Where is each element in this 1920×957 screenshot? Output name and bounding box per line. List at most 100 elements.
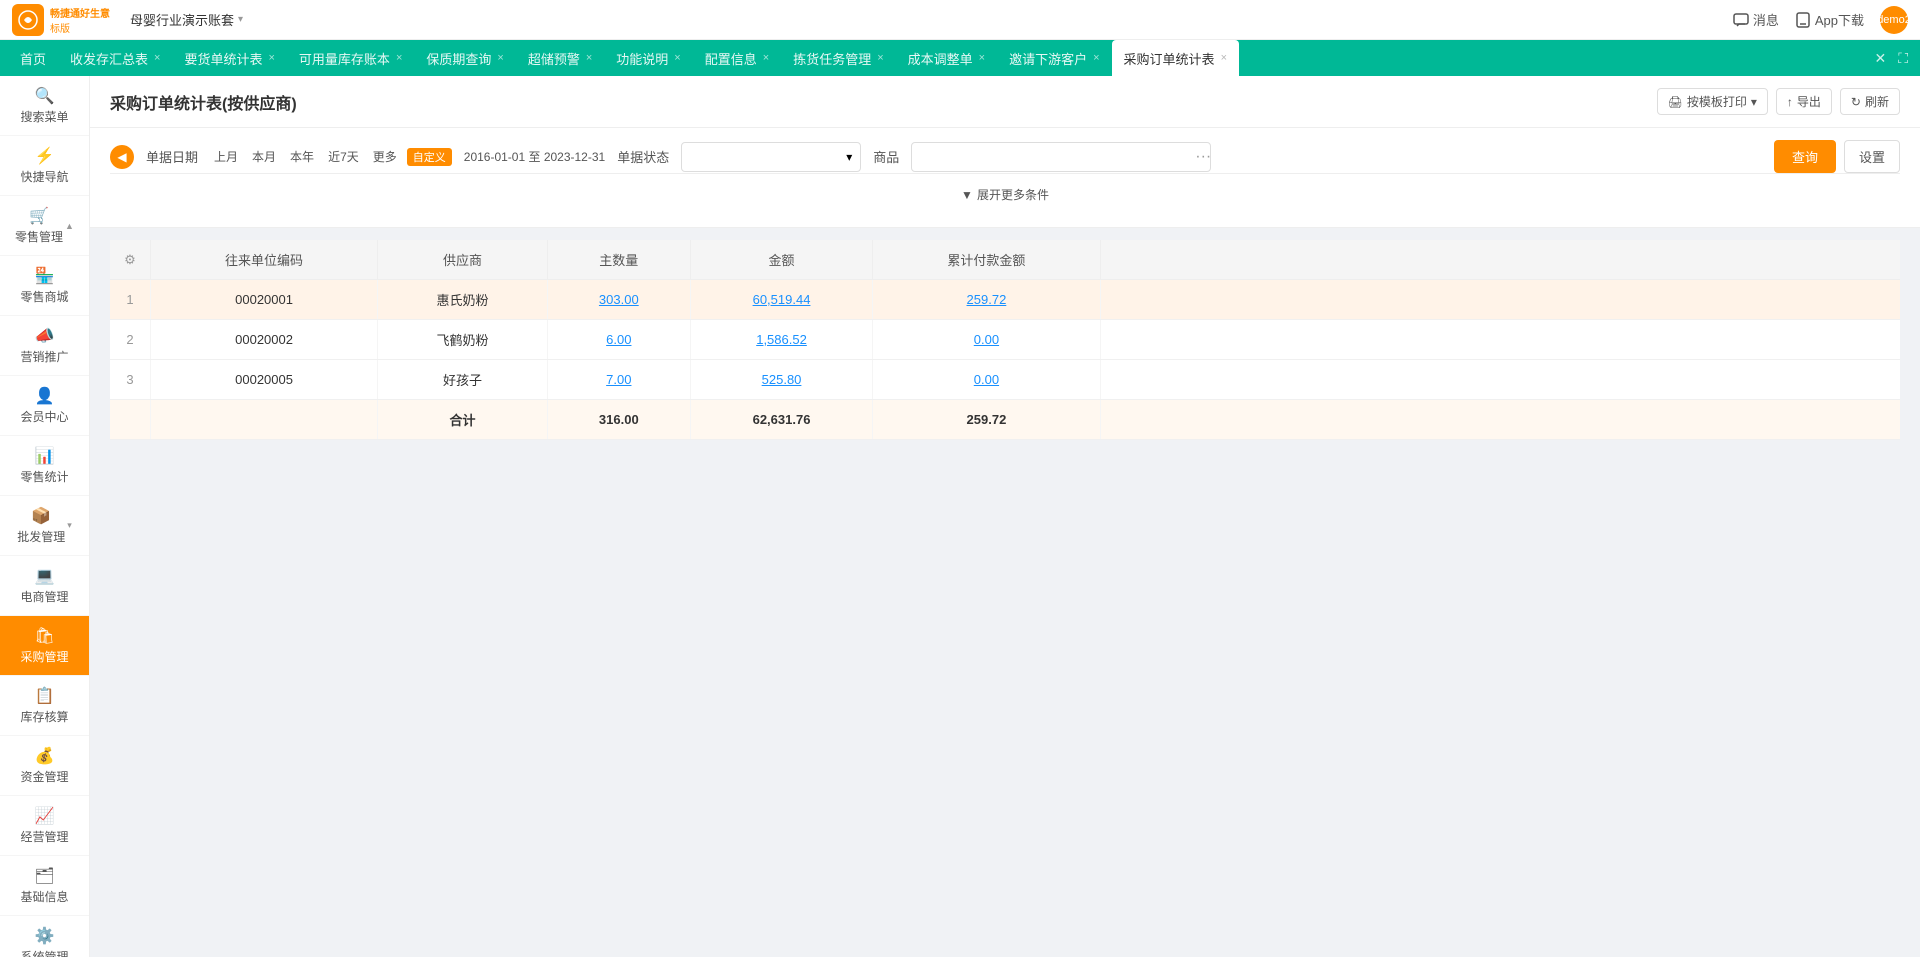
close-tab-stock-ledger[interactable]: × bbox=[396, 52, 402, 64]
wholesale-arrow-icon: ▾ bbox=[67, 520, 72, 531]
date-shortcut-more[interactable]: 更多 bbox=[369, 146, 401, 167]
tab-func-desc[interactable]: 功能说明 × bbox=[604, 40, 692, 76]
row-qty: 6.00 bbox=[547, 320, 690, 360]
sidebar-item-finance[interactable]: 💰 资金管理 bbox=[0, 736, 89, 796]
app-download-button[interactable]: App下载 bbox=[1795, 10, 1864, 29]
logo-icon bbox=[12, 4, 44, 36]
table-container: ⚙ 往来单位编码 供应商 主数量 金额 累计付款金额 1 00020001 bbox=[90, 228, 1920, 452]
sidebar-item-system[interactable]: ⚙️ 系统管理 bbox=[0, 916, 89, 957]
settings-button[interactable]: 设置 bbox=[1844, 140, 1900, 173]
product-more-icon[interactable]: ··· bbox=[1195, 148, 1211, 166]
tab-overstock[interactable]: 超储预警 × bbox=[516, 40, 604, 76]
row-supplier: 好孩子 bbox=[378, 360, 548, 400]
maximize-icon[interactable]: ⛶ bbox=[1894, 50, 1912, 67]
close-tab-func-desc[interactable]: × bbox=[674, 52, 680, 64]
sidebar-item-purchase[interactable]: 🛍 采购管理 bbox=[0, 616, 89, 676]
tab-home[interactable]: 首页 bbox=[8, 40, 58, 76]
tab-cost-adjust[interactable]: 成本调整单 × bbox=[896, 40, 997, 76]
sidebar-item-search[interactable]: 🔍 搜索菜单 bbox=[0, 76, 89, 136]
close-tab-invite[interactable]: × bbox=[1093, 52, 1099, 64]
row-code: 00020005 bbox=[151, 360, 378, 400]
date-shortcut-this-month[interactable]: 本月 bbox=[248, 146, 280, 167]
refresh-icon: ↻ bbox=[1851, 95, 1861, 109]
sidebar-item-retail-stat[interactable]: 📊 零售统计 bbox=[0, 436, 89, 496]
column-settings-icon[interactable]: ⚙ bbox=[122, 252, 138, 268]
filter-bar: ◀ 单据日期 上月 本月 本年 近7天 更多 自定义 2016-01-01 至 … bbox=[90, 128, 1920, 228]
sidebar-item-basic[interactable]: 🗂 基础信息 bbox=[0, 856, 89, 916]
tab-purchase-stat[interactable]: 要货单统计表 × bbox=[172, 40, 286, 76]
close-tab-expiry[interactable]: × bbox=[497, 52, 503, 64]
product-label: 商品 bbox=[873, 147, 899, 166]
close-tab-po-stat[interactable]: × bbox=[1221, 52, 1227, 64]
sidebar: 🔍 搜索菜单 ⚡ 快捷导航 🛒 零售管理 ▲ 🏪 零售商城 📣 营销推广 👤 会… bbox=[0, 76, 90, 957]
close-tab-overstock[interactable]: × bbox=[586, 52, 592, 64]
date-shortcut-last-month[interactable]: 上月 bbox=[210, 146, 242, 167]
app-icon bbox=[1795, 12, 1811, 28]
table-row: 3 00020005 好孩子 7.00 525.80 0.00 bbox=[110, 360, 1900, 400]
footer-amount: 62,631.76 bbox=[690, 400, 873, 440]
status-select[interactable]: ▾ bbox=[681, 142, 861, 172]
table-row: 2 00020002 飞鹤奶粉 6.00 1,586.52 0.00 bbox=[110, 320, 1900, 360]
row-amount: 1,586.52 bbox=[690, 320, 873, 360]
logo: 畅捷通好生意 标版 bbox=[12, 4, 110, 36]
tab-income[interactable]: 收发存汇总表 × bbox=[58, 40, 172, 76]
main-layout: 🔍 搜索菜单 ⚡ 快捷导航 🛒 零售管理 ▲ 🏪 零售商城 📣 营销推广 👤 会… bbox=[0, 76, 1920, 957]
date-shortcut-7days[interactable]: 近7天 bbox=[324, 146, 363, 167]
tab-pick-task[interactable]: 拣货任务管理 × bbox=[781, 40, 895, 76]
tab-expiry[interactable]: 保质期查询 × bbox=[414, 40, 515, 76]
export-button[interactable]: ↑ 导出 bbox=[1776, 88, 1832, 115]
sidebar-item-retail-mgmt[interactable]: 🛒 零售管理 ▲ bbox=[0, 196, 89, 256]
row-num: 1 bbox=[110, 280, 151, 320]
refresh-button[interactable]: ↻ 刷新 bbox=[1840, 88, 1900, 115]
row-qty: 7.00 bbox=[547, 360, 690, 400]
sidebar-item-inventory[interactable]: 📋 库存核算 bbox=[0, 676, 89, 736]
date-custom-tag[interactable]: 自定义 bbox=[407, 148, 452, 166]
expand-more-button[interactable]: ▼ 展开更多条件 bbox=[945, 180, 1065, 209]
date-range-display: 2016-01-01 至 2023-12-31 bbox=[464, 148, 605, 165]
sidebar-item-ecommerce[interactable]: 💻 电商管理 bbox=[0, 556, 89, 616]
sidebar-item-shortcut[interactable]: ⚡ 快捷导航 bbox=[0, 136, 89, 196]
sidebar-item-operations[interactable]: 📈 经营管理 bbox=[0, 796, 89, 856]
nav-tabs: 首页 收发存汇总表 × 要货单统计表 × 可用量库存账本 × 保质期查询 × 超… bbox=[0, 40, 1920, 76]
query-button[interactable]: 查询 bbox=[1774, 140, 1836, 173]
close-tab-income[interactable]: × bbox=[154, 52, 160, 64]
data-table: ⚙ 往来单位编码 供应商 主数量 金额 累计付款金额 1 00020001 bbox=[110, 240, 1900, 440]
logo-text: 畅捷通好生意 标版 bbox=[50, 5, 110, 35]
table-header: ⚙ 往来单位编码 供应商 主数量 金额 累计付款金额 bbox=[110, 240, 1900, 280]
sidebar-item-member[interactable]: 👤 会员中心 bbox=[0, 376, 89, 436]
close-tab-pick-task[interactable]: × bbox=[877, 52, 883, 64]
nav-extra-buttons: ✕ ⛶ bbox=[1870, 50, 1912, 67]
workspace-selector[interactable]: 母婴行业演示账套 ▾ bbox=[130, 10, 243, 29]
row-amount: 525.80 bbox=[690, 360, 873, 400]
tab-stock-ledger[interactable]: 可用量库存账本 × bbox=[287, 40, 414, 76]
col-amount: 金额 bbox=[690, 240, 873, 280]
sidebar-item-marketing[interactable]: 📣 营销推广 bbox=[0, 316, 89, 376]
row-qty: 303.00 bbox=[547, 280, 690, 320]
tab-po-stat[interactable]: 采购订单统计表 × bbox=[1112, 40, 1239, 76]
message-button[interactable]: 消息 bbox=[1733, 10, 1779, 29]
tab-invite[interactable]: 邀请下游客户 × bbox=[997, 40, 1111, 76]
row-num: 3 bbox=[110, 360, 151, 400]
print-button[interactable]: 🖨 按模板打印 ▾ bbox=[1657, 88, 1768, 115]
avatar[interactable]: demo2 bbox=[1880, 6, 1908, 34]
sidebar-item-wholesale[interactable]: 📦 批发管理 ▾ bbox=[0, 496, 89, 556]
page-header: 采购订单统计表(按供应商) 🖨 按模板打印 ▾ ↑ 导出 ↻ 刷新 bbox=[90, 76, 1920, 128]
query-actions: 查询 设置 bbox=[1774, 140, 1900, 173]
tab-config[interactable]: 配置信息 × bbox=[693, 40, 781, 76]
close-all-tabs-icon[interactable]: ✕ bbox=[1870, 50, 1890, 67]
close-tab-config[interactable]: × bbox=[763, 52, 769, 64]
retail-mgmt-arrow-icon: ▲ bbox=[65, 221, 74, 231]
col-supplier: 供应商 bbox=[378, 240, 548, 280]
table-row: 1 00020001 惠氏奶粉 303.00 60,519.44 259.72 bbox=[110, 280, 1900, 320]
footer-paid: 259.72 bbox=[873, 400, 1100, 440]
row-code: 00020002 bbox=[151, 320, 378, 360]
close-tab-cost-adjust[interactable]: × bbox=[979, 52, 985, 64]
row-paid: 0.00 bbox=[873, 360, 1100, 400]
close-tab-purchase-stat[interactable]: × bbox=[268, 52, 274, 64]
filter-collapse-button[interactable]: ◀ bbox=[110, 145, 134, 169]
date-shortcut-this-year[interactable]: 本年 bbox=[286, 146, 318, 167]
date-label: 单据日期 bbox=[146, 147, 198, 166]
row-supplier: 飞鹤奶粉 bbox=[378, 320, 548, 360]
product-input[interactable] bbox=[911, 142, 1211, 172]
sidebar-item-retail-store[interactable]: 🏪 零售商城 bbox=[0, 256, 89, 316]
